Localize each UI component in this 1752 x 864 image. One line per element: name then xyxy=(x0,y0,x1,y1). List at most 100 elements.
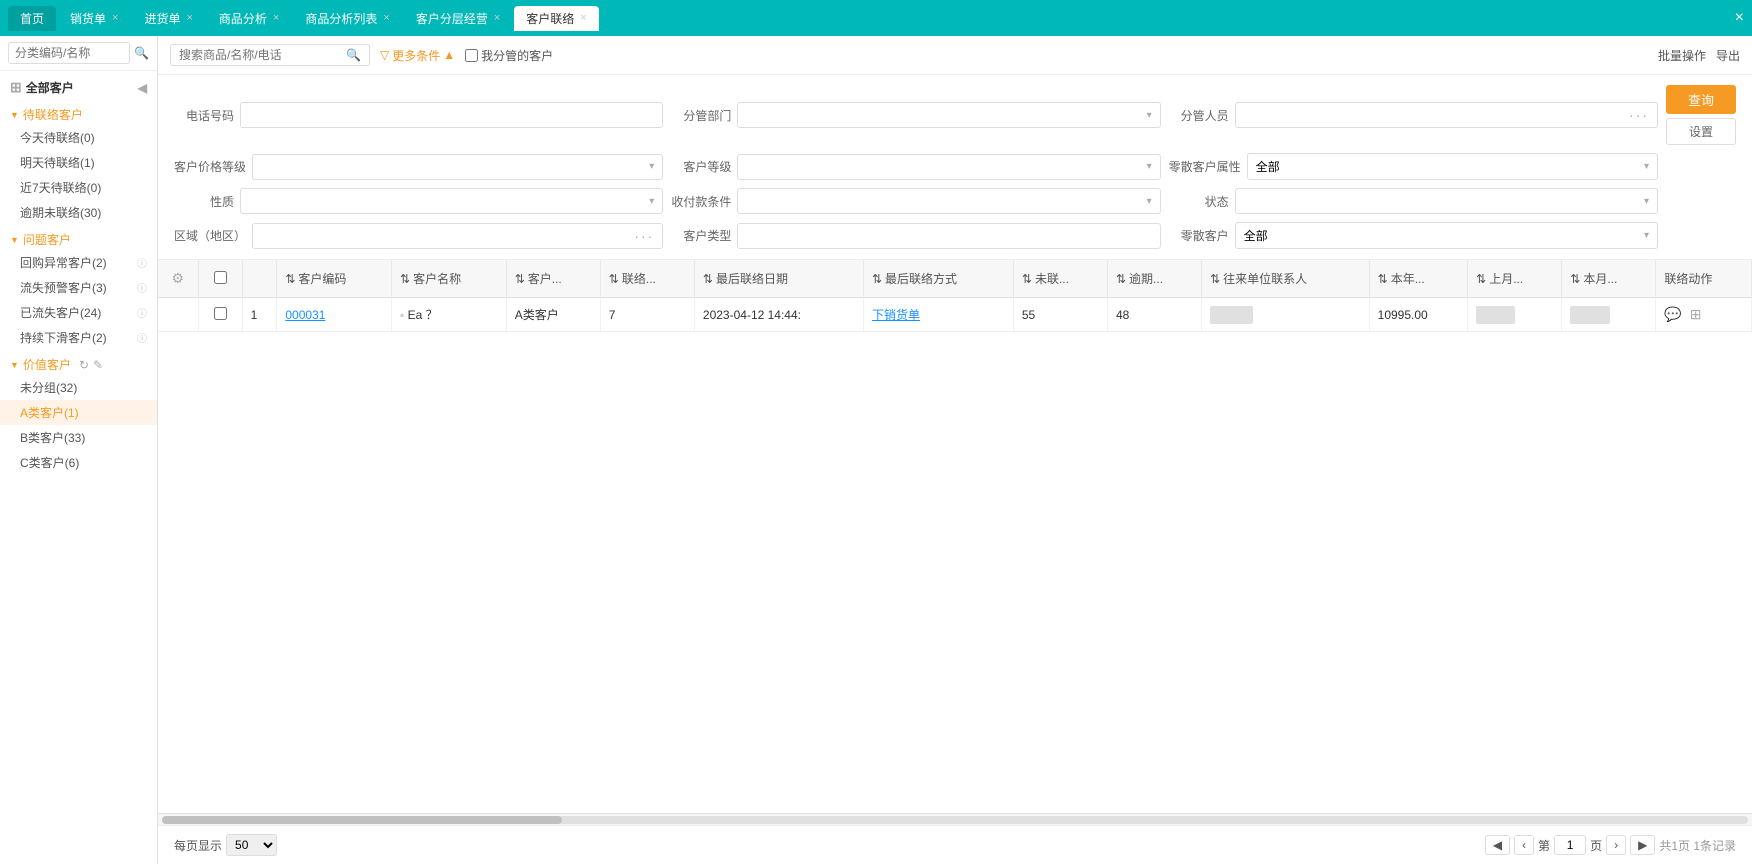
region-dots: ··· xyxy=(634,228,654,244)
payment-chevron: ▾ xyxy=(1147,196,1152,207)
select-all-checkbox[interactable] xyxy=(214,271,227,284)
my-customers-label: 我分管的客户 xyxy=(481,47,553,64)
tab-home[interactable]: 首页 xyxy=(8,6,56,31)
query-button[interactable]: 查询 xyxy=(1666,85,1736,114)
filter-label: 更多条件 xyxy=(392,47,440,64)
th-lm-label: 上月... xyxy=(1489,270,1523,287)
sidebar-item-class-b[interactable]: B类客户(33) xyxy=(0,425,157,450)
field-retail-customer: 零散客户 全部 ▾ xyxy=(1169,222,1658,249)
person-select[interactable]: ··· xyxy=(1235,102,1658,128)
search-bar: 🔍 ▽ 更多条件 ▲ 我分管的客户 批量操作 导出 xyxy=(158,36,1752,75)
sidebar-item-tomorrow-pending[interactable]: 明天待联络(1) xyxy=(0,150,157,175)
retail-attr-chevron: ▾ xyxy=(1644,161,1649,172)
sidebar-item-today-pending[interactable]: 今天待联络(0) xyxy=(0,125,157,150)
tab-goods-analysis[interactable]: 商品分析 × xyxy=(207,6,291,31)
more-filter-btn[interactable]: ▽ 更多条件 ▲ xyxy=(380,47,455,64)
refresh-icon[interactable]: ↻ xyxy=(79,358,89,372)
row-actions: 💬 ⊞ xyxy=(1664,306,1743,323)
section-arrow-3: ▼ xyxy=(10,360,19,370)
batch-op-btn[interactable]: 批量操作 xyxy=(1658,47,1706,64)
close-all-btn[interactable]: × xyxy=(1735,9,1744,27)
th-this-month: ⇅ 本月... xyxy=(1562,260,1656,298)
first-page-btn[interactable]: ◀ xyxy=(1485,835,1510,855)
sidebar-search-input[interactable] xyxy=(8,42,130,64)
td-row-actions: 💬 ⊞ xyxy=(1656,298,1752,332)
item-label: 流失预警客户(3) xyxy=(20,279,107,296)
per-page-select[interactable]: 50 100 200 xyxy=(226,834,277,856)
payment-select[interactable]: ▾ xyxy=(737,188,1160,214)
filter-panel: 电话号码 分管部门 ▾ 分管人员 ··· xyxy=(158,75,1752,260)
tab-goods-analysis-close[interactable]: × xyxy=(273,12,279,24)
tab-goods-analysis-list[interactable]: 商品分析列表 × xyxy=(293,6,401,31)
tab-customer-contact[interactable]: 客户联络 × xyxy=(514,6,598,31)
field-customer-grade: 客户等级 ▾ xyxy=(671,154,1160,180)
price-grade-select[interactable]: ▾ xyxy=(252,154,663,180)
tab-customer-tier[interactable]: 客户分层经营 × xyxy=(404,6,512,31)
scrollbar-thumb[interactable] xyxy=(162,816,562,824)
dept-select[interactable]: ▾ xyxy=(737,102,1160,128)
tab-sales-close[interactable]: × xyxy=(112,12,118,24)
th-name-label: 客户名称 xyxy=(413,270,461,287)
prev-page-btn[interactable]: ‹ xyxy=(1514,835,1534,855)
search-input-wrap: 🔍 xyxy=(170,44,370,66)
section-problem-label: 问题客户 xyxy=(23,231,71,248)
retail-attr-select[interactable]: 全部 ▾ xyxy=(1247,153,1658,180)
sidebar-item-7day-pending[interactable]: 近7天待联络(0) xyxy=(0,175,157,200)
chat-icon[interactable]: 💬 xyxy=(1664,306,1681,323)
th-no-contact: ⇅ 未联... xyxy=(1013,260,1107,298)
td-gear xyxy=(158,298,198,332)
customer-grade-select[interactable]: ▾ xyxy=(737,154,1160,180)
retail-customer-select[interactable]: 全部 ▾ xyxy=(1235,222,1658,249)
sidebar-item-overdue-pending[interactable]: 逾期未联络(30) xyxy=(0,200,157,225)
tab-customer-tier-close[interactable]: × xyxy=(494,12,500,24)
row-checkbox[interactable] xyxy=(214,307,227,320)
edit-icon[interactable]: ✎ xyxy=(93,358,103,372)
customer-code-link[interactable]: 000031 xyxy=(285,308,325,322)
sidebar-item-class-a[interactable]: A类客户(1) xyxy=(0,400,157,425)
td-last-contact-method: 下销货单 xyxy=(863,298,1013,332)
th-uc-label: 往来单位联系人 xyxy=(1223,270,1307,287)
collapse-icon[interactable]: ◀ xyxy=(138,81,147,95)
region-select[interactable]: ··· xyxy=(252,223,663,249)
last-page-btn[interactable]: ▶ xyxy=(1630,835,1655,855)
clipboard-icon[interactable]: ⊞ xyxy=(1690,306,1702,323)
setting-button[interactable]: 设置 xyxy=(1666,118,1736,145)
status-chevron: ▾ xyxy=(1644,196,1649,207)
sidebar-item-class-c[interactable]: C类客户(6) xyxy=(0,450,157,475)
info-icon: ⓘ xyxy=(137,255,147,270)
tab-goods-analysis-label: 商品分析 xyxy=(219,10,267,27)
sidebar-item-repurchase-abnormal[interactable]: 回购异常客户(2) ⓘ xyxy=(0,250,157,275)
tab-sales[interactable]: 销货单 × xyxy=(58,6,130,31)
sidebar-item-churned[interactable]: 已流失客户(24) ⓘ xyxy=(0,300,157,325)
th-nc-sort: ⇅ xyxy=(1022,272,1032,286)
my-customers-checkbox[interactable] xyxy=(465,49,478,62)
tab-purchase[interactable]: 进货单 × xyxy=(132,6,204,31)
tab-purchase-close[interactable]: × xyxy=(186,12,192,24)
status-label: 状态 xyxy=(1169,193,1229,210)
search-input[interactable] xyxy=(179,48,342,62)
nature-select[interactable]: ▾ xyxy=(240,188,663,214)
next-page-btn[interactable]: › xyxy=(1606,835,1626,855)
phone-input[interactable] xyxy=(240,102,663,128)
sidebar-item-churn-warning[interactable]: 流失预警客户(3) ⓘ xyxy=(0,275,157,300)
tab-customer-tier-label: 客户分层经营 xyxy=(416,10,488,27)
page-input[interactable] xyxy=(1554,835,1586,855)
customer-type-input[interactable] xyxy=(737,223,1160,249)
td-this-month xyxy=(1562,298,1656,332)
th-this-year: ⇅ 本年... xyxy=(1369,260,1468,298)
gear-button[interactable]: ⚙ xyxy=(169,268,186,289)
info-icon-3: ⓘ xyxy=(137,305,147,320)
export-btn[interactable]: 导出 xyxy=(1716,47,1740,64)
filter-row-3: 性质 ▾ 收付款条件 ▾ 状态 xyxy=(174,188,1736,214)
th-ty-sort: ⇅ xyxy=(1378,272,1388,286)
sidebar-item-declining[interactable]: 持续下滑客户(2) ⓘ xyxy=(0,325,157,350)
tab-customer-contact-close[interactable]: × xyxy=(580,12,586,24)
scrollbar-track xyxy=(162,816,1748,824)
th-index xyxy=(242,260,277,298)
sidebar-item-unclassified[interactable]: 未分组(32) xyxy=(0,375,157,400)
status-select[interactable]: ▾ xyxy=(1235,188,1658,214)
tab-goods-analysis-list-close[interactable]: × xyxy=(383,12,389,24)
btn-group: 查询 设置 xyxy=(1666,85,1736,145)
customer-name: Ea xyxy=(408,308,423,322)
contact-method-link[interactable]: 下销货单 xyxy=(872,308,920,322)
